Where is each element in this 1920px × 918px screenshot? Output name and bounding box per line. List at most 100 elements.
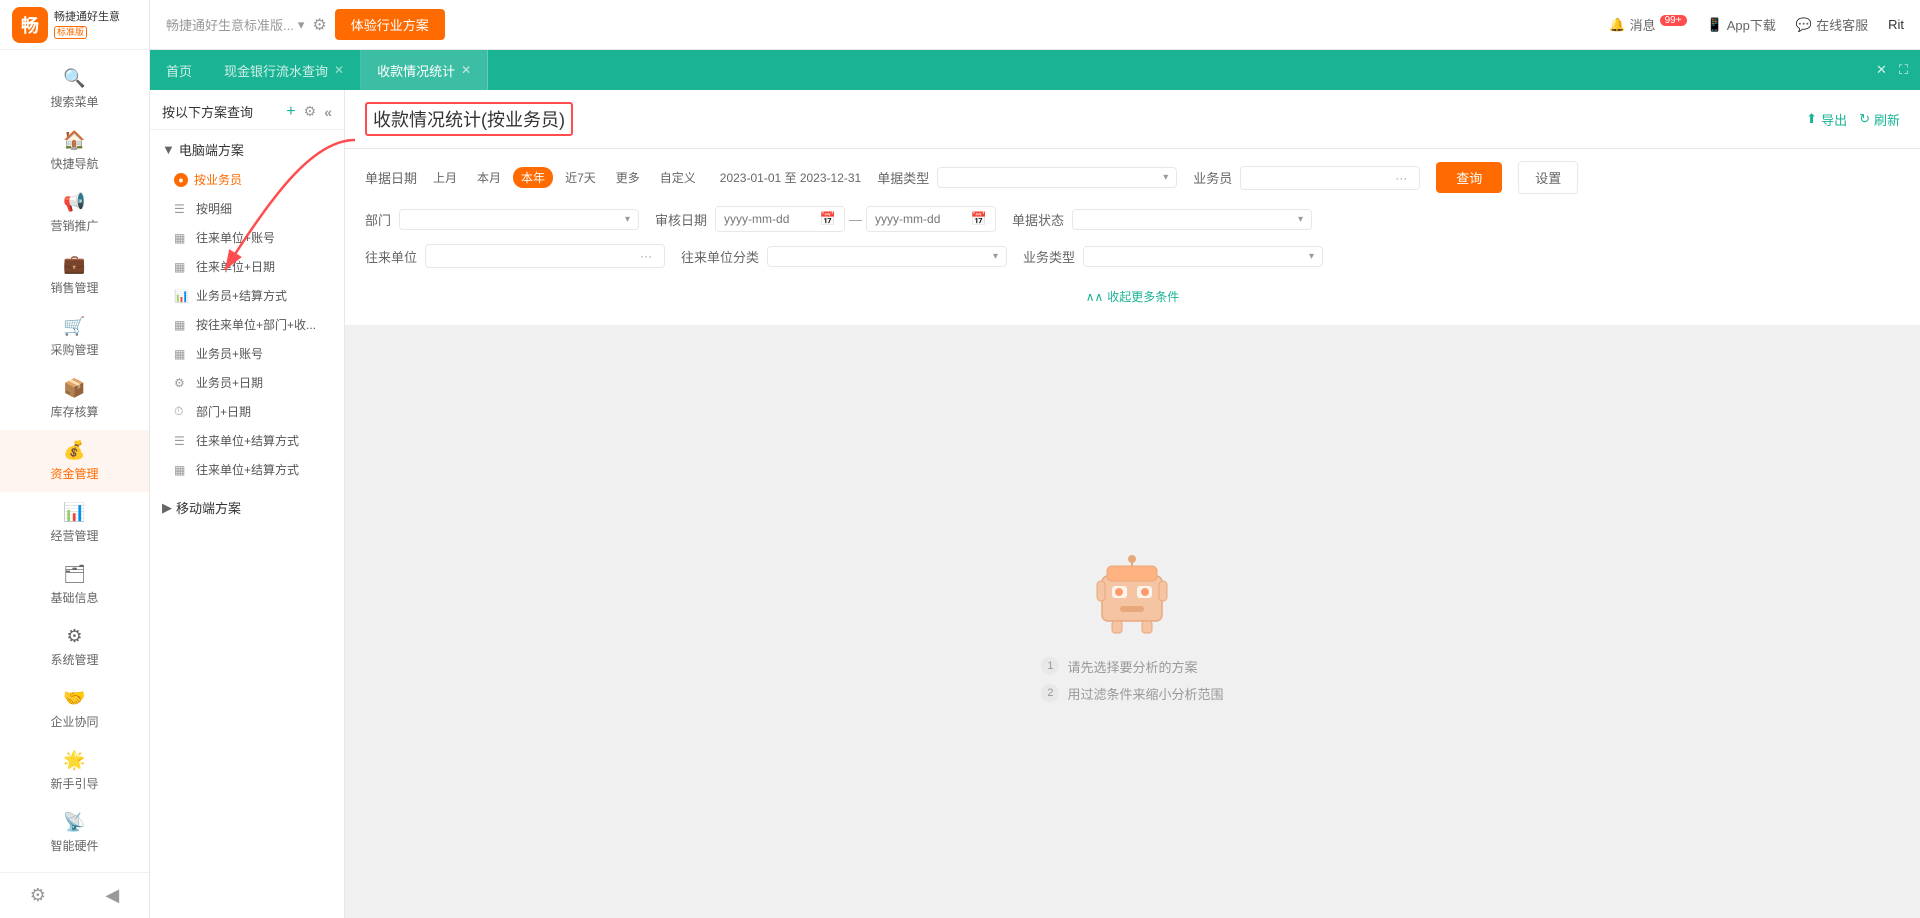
setting-button[interactable]: 设置 <box>1518 161 1578 194</box>
filter-row-1: 单据日期 上月 本月 本年 近7天 更多 自定义 2023-01-01 至 20… <box>365 161 1900 194</box>
counterpart-select[interactable]: ··· <box>425 244 665 268</box>
bell-icon: 🔔 <box>1609 17 1625 33</box>
refresh-button[interactable]: ↻ 刷新 <box>1859 110 1900 129</box>
plan-item-unit-date[interactable]: ▦ 往来单位+日期 <box>150 252 344 281</box>
plan-item-salesperson[interactable]: ● 按业务员 <box>150 165 344 194</box>
tab-bar: 首页 现金银行流水查询 ✕ 收款情况统计 ✕ ✕ ⛶ <box>150 50 1920 90</box>
date-tab-7days[interactable]: 近7天 <box>557 167 604 188</box>
salesperson-date-icon: ⚙ <box>174 376 190 390</box>
tab-bank-close-icon[interactable]: ✕ <box>334 63 344 77</box>
date-tab-last-month[interactable]: 上月 <box>425 167 465 188</box>
biztype-select[interactable]: ▾ <box>1083 246 1323 267</box>
header-right: 🔔 消息 99+ 📱 App下载 💬 在线客服 Rit <box>1609 15 1904 34</box>
tab-maximize-icon[interactable]: ⛶ <box>1899 62 1908 78</box>
date-tab-more[interactable]: 更多 <box>608 167 648 188</box>
empty-tips: 1 请先选择要分析的方案 2 用过滤条件来缩小分析范围 <box>1041 657 1223 703</box>
sidebar: 畅 畅捷通好生意 标准版 🔍 搜索菜单 🏠 快捷导航 📢 营销推广 💼 销售管理… <box>0 0 150 918</box>
empty-illustration <box>1082 541 1182 641</box>
plan-item-salesperson-settle[interactable]: 📊 业务员+结算方式 <box>150 281 344 310</box>
sidebar-item-operation[interactable]: 📊 经营管理 <box>0 492 149 554</box>
sidebar-footer: ⚙ ◀ <box>0 872 149 918</box>
tip-item-2: 2 用过滤条件来缩小分析范围 <box>1041 684 1223 703</box>
counterpart-cat-select[interactable]: ▾ <box>767 246 1007 267</box>
plan-item-unit-dept-collect[interactable]: ▦ 按往来单位+部门+收... <box>150 310 344 339</box>
salesperson-settle-icon: 📊 <box>174 289 190 303</box>
query-button[interactable]: 查询 <box>1436 162 1502 193</box>
sidebar-item-guide[interactable]: 🌟 新手引导 <box>0 740 149 802</box>
sidebar-item-inventory[interactable]: 📦 库存核算 <box>0 368 149 430</box>
sidebar-item-hardware[interactable]: 📡 智能硬件 <box>0 802 149 864</box>
tab-collection[interactable]: 收款情况统计 ✕ <box>361 50 488 90</box>
footer-collapse-icon[interactable]: ◀ <box>105 885 119 906</box>
collapse-bar[interactable]: ∧∧ 收起更多条件 <box>365 280 1900 313</box>
doctype-select[interactable]: ▾ <box>937 167 1177 188</box>
date-tab-this-year[interactable]: 本年 <box>513 167 553 188</box>
tab-controls: ✕ ⛶ <box>1864 50 1920 90</box>
left-panel: 按以下方案查询 + ⚙ « ▼ 电脑端方案 ● 按业务员 ☰ <box>150 90 345 918</box>
salesperson-more-icon: ··· <box>1395 171 1407 185</box>
dept-date-icon: ⏱ <box>174 404 190 419</box>
sidebar-item-sales[interactable]: 💼 销售管理 <box>0 244 149 306</box>
date-tab-custom[interactable]: 自定义 <box>652 167 704 188</box>
sidebar-item-quicknav[interactable]: 🏠 快捷导航 <box>0 120 149 182</box>
docstatus-select[interactable]: ▾ <box>1072 209 1312 230</box>
plan-item-salesperson-account[interactable]: ▦ 业务员+账号 <box>150 339 344 368</box>
sidebar-item-wechat[interactable]: 💬 企业微信 <box>0 864 149 872</box>
tab-collection-close-icon[interactable]: ✕ <box>461 63 471 77</box>
logo-area: 畅 畅捷通好生意 标准版 <box>0 0 149 50</box>
notification-area[interactable]: 🔔 消息 99+ <box>1609 15 1686 34</box>
collapse-up-icon: ∧∧ <box>1086 290 1104 304</box>
main-area: 畅捷通好生意标准版... ▾ ⚙ 体验行业方案 🔔 消息 99+ 📱 App下载… <box>150 0 1920 918</box>
plan-item-unit-settle1[interactable]: ☰ 往来单位+结算方式 <box>150 426 344 455</box>
desktop-arrow-icon: ▼ <box>162 142 175 157</box>
sidebar-item-finance[interactable]: 💰 资金管理 <box>0 430 149 492</box>
plan-item-detail[interactable]: ☰ 按明细 <box>150 194 344 223</box>
review-date-to[interactable]: 📅 <box>866 206 996 232</box>
plan-item-unit-account[interactable]: ▦ 往来单位+账号 <box>150 223 344 252</box>
desktop-group-title[interactable]: ▼ 电脑端方案 <box>150 134 344 165</box>
plan-item-dept-date[interactable]: ⏱ 部门+日期 <box>150 397 344 426</box>
mobile-group-title[interactable]: ▶ 移动端方案 <box>150 492 344 523</box>
unit-dept-collect-icon: ▦ <box>174 318 190 332</box>
trial-button[interactable]: 体验行业方案 <box>335 9 445 40</box>
sidebar-item-corp[interactable]: 🤝 企业协同 <box>0 678 149 740</box>
review-date-from[interactable]: 📅 <box>715 206 845 232</box>
panel-setting-icon[interactable]: ⚙ <box>304 103 317 120</box>
tab-close-icon[interactable]: ✕ <box>1876 62 1887 78</box>
sidebar-item-search[interactable]: 🔍 搜索菜单 <box>0 58 149 120</box>
sidebar-item-purchase[interactable]: 🛒 采购管理 <box>0 306 149 368</box>
page-title-row: 收款情况统计(按业务员) ⬆ 导出 ↻ 刷新 <box>365 102 1900 136</box>
export-button[interactable]: ⬆ 导出 <box>1806 110 1847 129</box>
sales-icon: 💼 <box>63 254 85 275</box>
date-tab-this-month[interactable]: 本月 <box>469 167 509 188</box>
system-icon: ⚙ <box>66 626 82 647</box>
plan-item-salesperson-date[interactable]: ⚙ 业务员+日期 <box>150 368 344 397</box>
sidebar-item-basic[interactable]: 🗂 基础信息 <box>0 554 149 616</box>
tab-bank[interactable]: 现金银行流水查询 ✕ <box>208 50 361 90</box>
dept-select[interactable]: ▾ <box>399 209 639 230</box>
mobile-plan-group: ▶ 移动端方案 <box>150 488 344 527</box>
review-date-from-input[interactable] <box>724 212 820 226</box>
search-icon: 🔍 <box>63 68 85 89</box>
tab-home[interactable]: 首页 <box>150 50 208 90</box>
export-icon: ⬆ <box>1806 111 1817 127</box>
online-service[interactable]: 💬 在线客服 <box>1796 15 1868 34</box>
salesperson-select[interactable]: ··· <box>1240 166 1420 190</box>
user-name: Rit <box>1888 17 1904 32</box>
basic-icon: 🗂 <box>63 564 86 585</box>
panel-title: 按以下方案查询 <box>162 102 253 121</box>
sidebar-item-system[interactable]: ⚙ 系统管理 <box>0 616 149 678</box>
header-gear-icon[interactable]: ⚙ <box>312 15 326 35</box>
review-date-to-cal-icon[interactable]: 📅 <box>971 211 987 227</box>
panel-collapse-icon[interactable]: « <box>324 104 332 120</box>
review-date-to-input[interactable] <box>875 212 971 226</box>
panel-add-icon[interactable]: + <box>286 103 295 121</box>
finance-icon: 💰 <box>63 440 85 461</box>
review-date-from-cal-icon[interactable]: 📅 <box>820 211 836 227</box>
app-download[interactable]: 📱 App下载 <box>1707 15 1776 34</box>
footer-settings-icon[interactable]: ⚙ <box>30 885 46 906</box>
sidebar-item-marketing[interactable]: 📢 营销推广 <box>0 182 149 244</box>
tip-num-1: 1 <box>1041 657 1059 675</box>
right-content: 收款情况统计(按业务员) ⬆ 导出 ↻ 刷新 <box>345 90 1920 918</box>
plan-item-unit-settle2[interactable]: ▦ 往来单位+结算方式 <box>150 455 344 484</box>
